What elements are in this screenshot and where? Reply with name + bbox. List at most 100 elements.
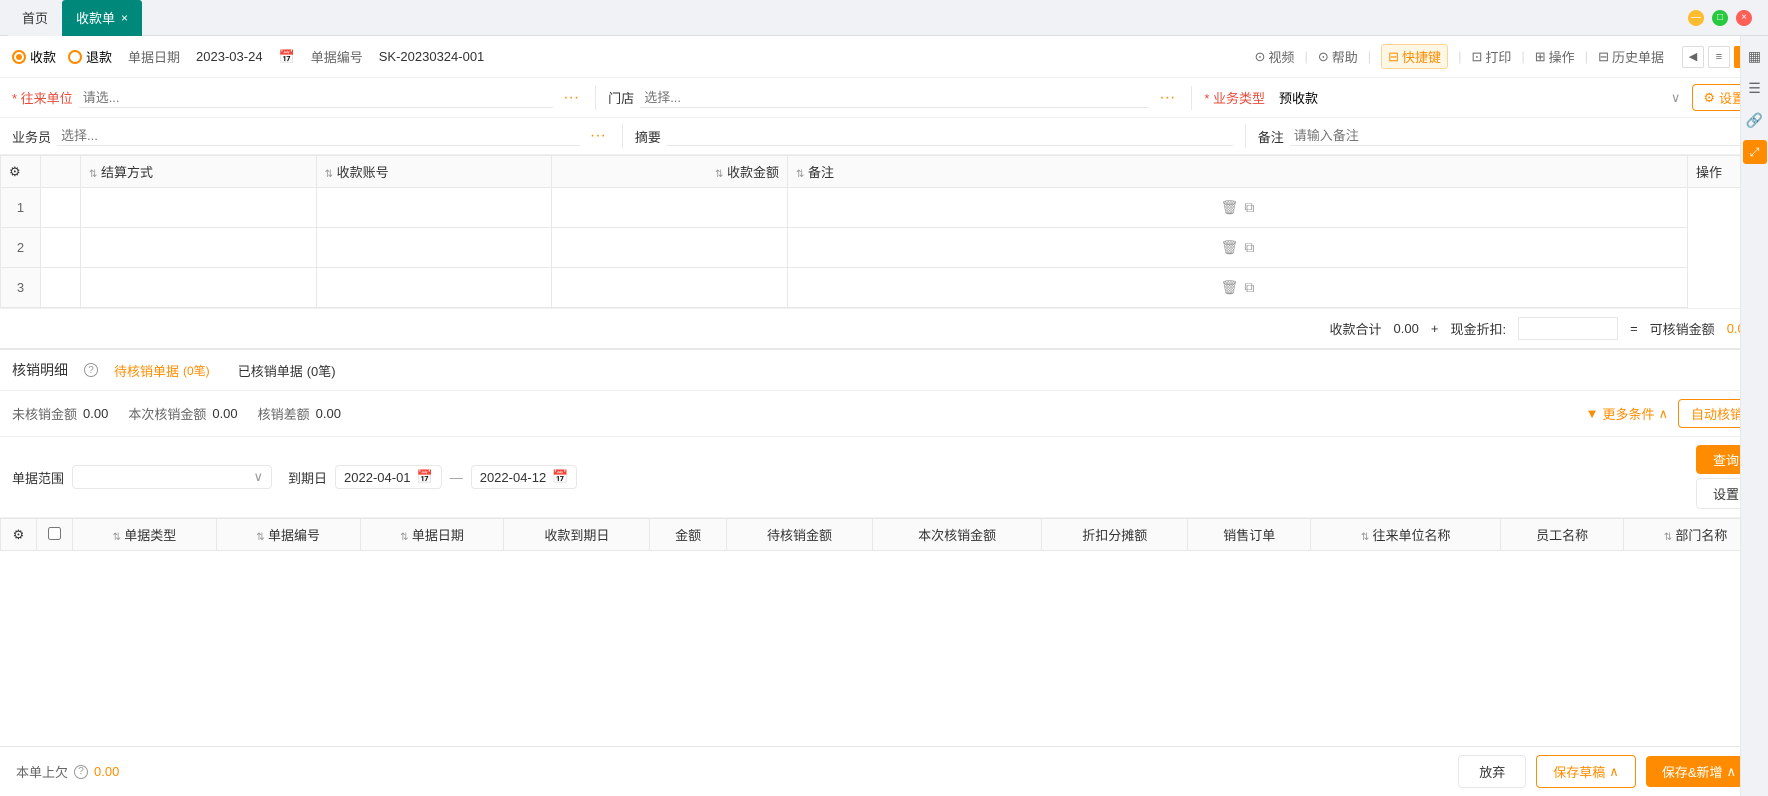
- row-2-actions: 🗑 ⧉: [788, 228, 1688, 268]
- row-2-settle[interactable]: [41, 228, 81, 268]
- vcol-settings[interactable]: ⚙: [1, 519, 37, 551]
- discount-input[interactable]: [1518, 317, 1618, 340]
- col-account-header: ⇅ 收款账号: [316, 156, 552, 188]
- row-2-remark[interactable]: [552, 228, 788, 268]
- divider-1: [595, 86, 596, 110]
- vcol-employee: 员工名称: [1501, 519, 1624, 551]
- vcol-checkbox[interactable]: [37, 519, 73, 551]
- row-3-remark[interactable]: [552, 268, 788, 308]
- tab-close-icon[interactable]: ×: [121, 11, 128, 25]
- verify-actions: ▼ 更多条件 ∧ 自动核销: [1586, 399, 1756, 428]
- verify-info-icon[interactable]: ?: [84, 363, 98, 377]
- form-row-1: 往来单位 ··· 门店 ··· * 业务类型 预收款 ∨ ⚙ 设置: [0, 78, 1768, 118]
- date-from-input[interactable]: 2022-04-01 📅: [335, 465, 442, 489]
- row-1-actions: 🗑 ⧉: [788, 188, 1688, 228]
- row-2-copy-btn[interactable]: ⧉: [1244, 239, 1254, 256]
- video-icon: ⊙: [1255, 49, 1266, 65]
- select-all-checkbox[interactable]: [48, 527, 61, 540]
- counterpart-field: 往来单位 ···: [12, 88, 583, 108]
- tab-receipt-label: 收款单: [76, 8, 115, 27]
- verified-tab[interactable]: 已核销单据 (0笔): [238, 361, 336, 380]
- filter-row: 单据范围 ∨ 到期日 2022-04-01 📅 — 2022-04-12 📅: [0, 437, 1768, 518]
- counterpart-ellipsis[interactable]: ···: [559, 89, 583, 107]
- video-link[interactable]: ⊙ 视频: [1255, 47, 1295, 66]
- row-1-remark[interactable]: [552, 188, 788, 228]
- col-settle-header: ⇅ 结算方式: [81, 156, 317, 188]
- col-settings[interactable]: ⚙: [1, 156, 41, 188]
- salesperson-label: 业务员: [12, 127, 51, 146]
- row-3-settle[interactable]: [41, 268, 81, 308]
- bottom-actions: 放弃 保存草稿 ∧ 保存&新增 ∧: [1458, 755, 1752, 788]
- history-icon: ⊟: [1598, 49, 1609, 65]
- radio-refund[interactable]: 退款: [68, 47, 112, 66]
- abandon-button[interactable]: 放弃: [1458, 755, 1526, 788]
- row-2-amount[interactable]: [316, 228, 552, 268]
- save-new-button[interactable]: 保存&新增 ∧: [1646, 756, 1752, 787]
- remark-label: 备注: [1258, 127, 1284, 146]
- tab-receipt[interactable]: 收款单 ×: [62, 0, 142, 36]
- row-1-copy-btn[interactable]: ⧉: [1244, 199, 1254, 216]
- biz-type-arrow[interactable]: ∨: [1671, 90, 1681, 106]
- calendar-from-icon: 📅: [417, 469, 433, 485]
- row-3-delete-btn[interactable]: 🗑: [1221, 279, 1239, 296]
- row-2-account[interactable]: [81, 228, 317, 268]
- row-1-settle[interactable]: [41, 188, 81, 228]
- row-3-amount[interactable]: [316, 268, 552, 308]
- draft-button[interactable]: 保存草稿 ∧: [1536, 755, 1636, 788]
- pending-tab[interactable]: 待核销单据 (0笔): [114, 361, 210, 380]
- range-select[interactable]: ∨: [72, 465, 272, 489]
- main-area: 收款 退款 单据日期 2023-03-24 📅 单据编号 SK-20230324…: [0, 36, 1768, 796]
- operation-link[interactable]: ⊞ 操作: [1535, 47, 1575, 66]
- toolbar-row: 收款 退款 单据日期 2023-03-24 📅 单据编号 SK-20230324…: [0, 36, 1768, 78]
- unverified-amount-stat: 未核销金额 0.00: [12, 404, 108, 423]
- remark-input[interactable]: [1290, 126, 1756, 146]
- verify-title: 核销明细: [12, 360, 68, 380]
- vcol-doc-date: ⇅ 单据日期: [360, 519, 504, 551]
- view-icon-prev[interactable]: ◀: [1682, 46, 1704, 68]
- shortcut-link[interactable]: ⊟ 快捷键: [1381, 44, 1448, 69]
- sidebar-doc-icon[interactable]: ☰: [1743, 76, 1767, 100]
- salesperson-ellipsis[interactable]: ···: [586, 127, 610, 145]
- sidebar-attachment-icon[interactable]: 🔗: [1743, 108, 1767, 132]
- vcol-due-date: 收款到期日: [504, 519, 650, 551]
- summary-input[interactable]: [667, 126, 1233, 146]
- store-field: 门店 ···: [608, 88, 1179, 108]
- maximize-button[interactable]: □: [1712, 10, 1728, 26]
- filter-icon: ▼: [1586, 406, 1599, 421]
- balance-info-icon[interactable]: ?: [74, 765, 88, 779]
- store-ellipsis[interactable]: ···: [1155, 89, 1179, 107]
- row-3-account[interactable]: [81, 268, 317, 308]
- radio-receipt[interactable]: 收款: [12, 47, 56, 66]
- sidebar-expand-icon[interactable]: ⤢: [1743, 140, 1767, 164]
- calendar-icon[interactable]: 📅: [279, 49, 295, 65]
- radio-refund-label: 退款: [86, 47, 112, 66]
- minimize-button[interactable]: —: [1688, 10, 1704, 26]
- store-input[interactable]: [640, 88, 1149, 108]
- row-2-delete-btn[interactable]: 🗑: [1221, 239, 1239, 256]
- sidebar-table-icon[interactable]: ▦: [1743, 44, 1767, 68]
- biz-type-label: * 业务类型: [1204, 88, 1265, 107]
- calendar-to-icon: 📅: [552, 469, 568, 485]
- help-icon: ⊙: [1318, 49, 1329, 65]
- print-icon: ⊡: [1471, 49, 1482, 65]
- row-1-delete-btn[interactable]: 🗑: [1221, 199, 1239, 216]
- tab-home[interactable]: 首页: [8, 0, 62, 36]
- operation-icon: ⊞: [1535, 49, 1546, 65]
- counterpart-label: 往来单位: [12, 88, 73, 107]
- date-to-input[interactable]: 2022-04-12 📅: [471, 465, 578, 489]
- table-wrapper: ⚙ ⇅ 结算方式 ⇅ 收款账号 ⇅ 收款金额: [0, 155, 1768, 308]
- counterpart-input[interactable]: [79, 88, 554, 108]
- print-link[interactable]: ⊡ 打印: [1471, 47, 1511, 66]
- more-conditions-btn[interactable]: ▼ 更多条件 ∧: [1586, 404, 1668, 423]
- radio-receipt-label: 收款: [30, 47, 56, 66]
- row-1-amount[interactable]: [316, 188, 552, 228]
- close-button[interactable]: ×: [1736, 10, 1752, 26]
- view-icon-list[interactable]: ≡: [1708, 46, 1730, 68]
- range-arrow: ∨: [254, 469, 264, 485]
- row-1-account[interactable]: [81, 188, 317, 228]
- row-3-copy-btn[interactable]: ⧉: [1244, 279, 1254, 296]
- salesperson-input[interactable]: [57, 126, 580, 146]
- history-link[interactable]: ⊟ 历史单据: [1598, 47, 1664, 66]
- help-link[interactable]: ⊙ 帮助: [1318, 47, 1358, 66]
- verify-table: ⚙ ⇅ 单据类型 ⇅ 单据编号: [0, 518, 1768, 551]
